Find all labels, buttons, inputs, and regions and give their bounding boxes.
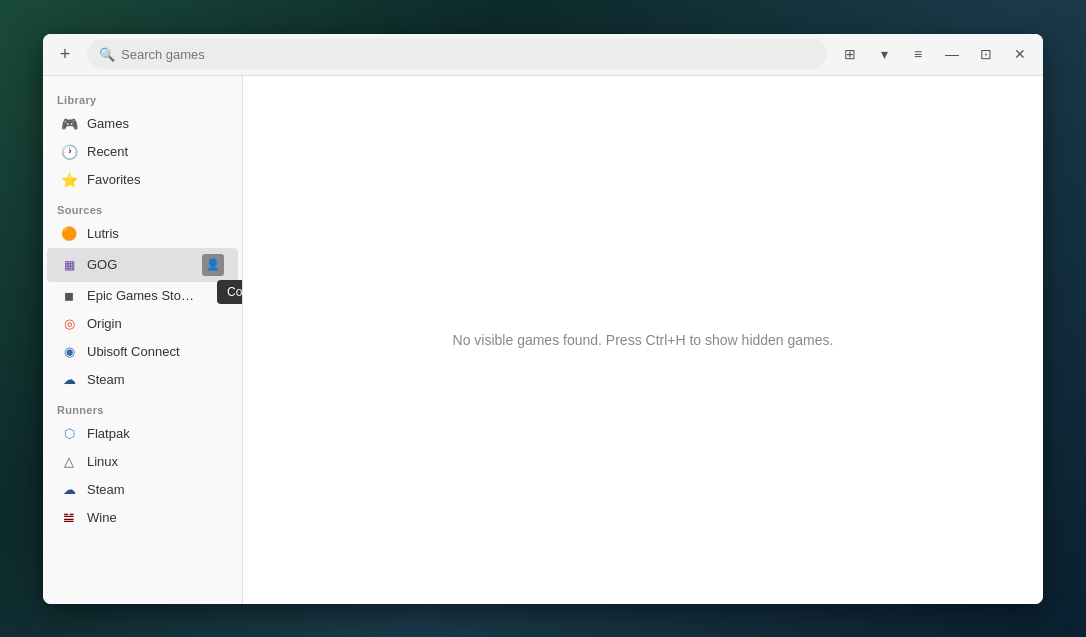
sidebar-item-label: Ubisoft Connect [87,344,224,359]
steam-runner-icon: ☁ [61,482,77,498]
search-bar: 🔍 [87,39,827,69]
menu-button[interactable]: ≡ [903,40,933,68]
library-section-label: Library [43,84,242,110]
search-input[interactable] [121,47,815,62]
games-icon: 🎮 [61,116,77,132]
steam-sources-icon: ☁ [61,372,77,388]
add-button[interactable]: + [51,40,79,68]
sidebar-item-label: Origin [87,316,224,331]
sidebar-item-label: GOG [87,257,192,272]
sources-section-label: Sources [43,194,242,220]
sidebar-item-gog[interactable]: ▦ GOG 👤 Connect [47,248,238,282]
sidebar-item-label: Favorites [87,172,224,187]
sidebar-item-recent[interactable]: 🕐 Recent [47,138,238,166]
close-button[interactable]: ✕ [1005,40,1035,68]
sidebar-item-label: Epic Games Sto… [87,288,224,303]
favorites-icon: ⭐ [61,172,77,188]
grid-view-button[interactable]: ⊞ [835,40,865,68]
sidebar-item-games[interactable]: 🎮 Games [47,110,238,138]
recent-icon: 🕐 [61,144,77,160]
ubisoft-icon: ◉ [61,344,77,360]
sidebar-item-label: Wine [87,510,224,525]
content-area: Library 🎮 Games 🕐 Recent ⭐ Favorites Sou… [43,76,1043,604]
epic-icon: ◼ [61,288,77,304]
dropdown-button[interactable]: ▾ [869,40,899,68]
sidebar-item-steam-runner[interactable]: ☁ Steam [47,476,238,504]
gog-icon: ▦ [61,257,77,273]
linux-icon: △ [61,454,77,470]
sidebar-item-label: Recent [87,144,224,159]
titlebar: + 🔍 ⊞ ▾ ≡ — ⊡ ✕ [43,34,1043,76]
sidebar-item-label: Flatpak [87,426,224,441]
sidebar-item-favorites[interactable]: ⭐ Favorites [47,166,238,194]
lutris-icon: 🟠 [61,226,77,242]
sidebar-item-label: Linux [87,454,224,469]
runners-section-label: Runners [43,394,242,420]
sidebar-item-steam[interactable]: ☁ Steam [47,366,238,394]
sidebar-item-label: Games [87,116,224,131]
sidebar-item-flatpak[interactable]: ⬡ Flatpak [47,420,238,448]
sidebar: Library 🎮 Games 🕐 Recent ⭐ Favorites Sou… [43,76,243,604]
sidebar-item-ubisoft[interactable]: ◉ Ubisoft Connect [47,338,238,366]
search-icon: 🔍 [99,47,115,62]
titlebar-controls: ⊞ ▾ ≡ — ⊡ ✕ [835,40,1035,68]
maximize-button[interactable]: ⊡ [971,40,1001,68]
empty-state-message: No visible games found. Press Ctrl+H to … [453,332,834,348]
sidebar-item-epic[interactable]: ◼ Epic Games Sto… [47,282,238,310]
sidebar-item-wine[interactable]: 𝌡 Wine [47,504,238,532]
main-content: No visible games found. Press Ctrl+H to … [243,76,1043,604]
sidebar-item-lutris[interactable]: 🟠 Lutris [47,220,238,248]
minimize-button[interactable]: — [937,40,967,68]
sidebar-item-label: Steam [87,482,224,497]
sidebar-item-label: Steam [87,372,224,387]
origin-icon: ◎ [61,316,77,332]
wine-icon: 𝌡 [61,510,77,526]
sidebar-item-label: Lutris [87,226,224,241]
sidebar-item-linux[interactable]: △ Linux [47,448,238,476]
flatpak-icon: ⬡ [61,426,77,442]
gog-connect-button[interactable]: 👤 [202,254,224,276]
app-window: + 🔍 ⊞ ▾ ≡ — ⊡ ✕ Library 🎮 Games 🕐 Recent [43,34,1043,604]
sidebar-item-origin[interactable]: ◎ Origin [47,310,238,338]
